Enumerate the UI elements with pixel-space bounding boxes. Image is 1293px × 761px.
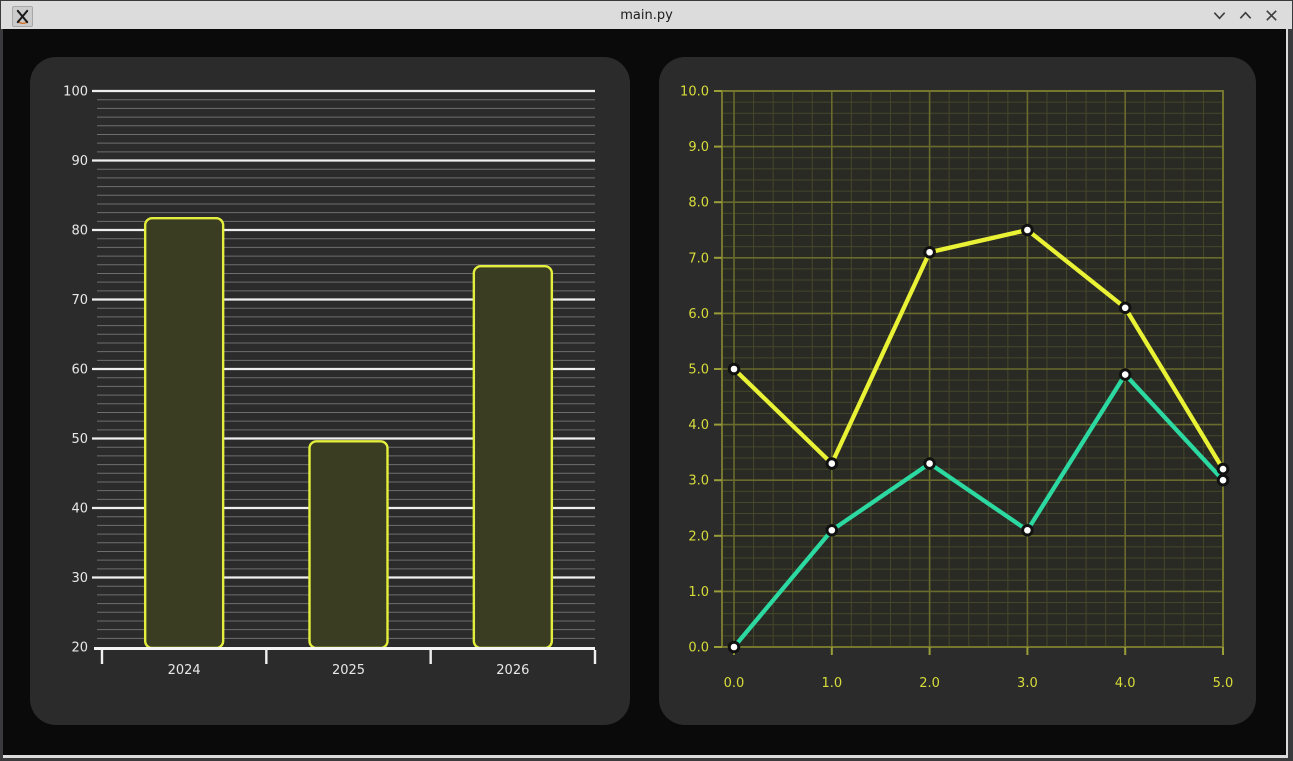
yellow-line-marker [1021,223,1034,237]
maximize-button[interactable] [1237,7,1254,24]
chevron-up-icon [1239,11,1252,19]
x-tick-label: 4.0 [1115,676,1136,691]
window-controls [1211,1,1280,29]
y-tick-label: 1.0 [688,585,709,600]
y-tick-label: 2.0 [688,529,709,544]
y-tick-label: 4.0 [688,418,709,433]
bar-2025 [308,440,389,650]
x-tick-label: 2024 [168,663,201,678]
y-tick-label: 10.0 [680,85,709,100]
close-button[interactable] [1263,7,1280,24]
x-tick-label: 0.0 [724,676,745,691]
teal-line-marker [923,457,936,470]
y-tick-label: 60 [71,363,88,378]
teal-line-marker [1021,523,1034,537]
x-tick-label: 2.0 [919,676,940,691]
yellow-line-marker [1118,301,1132,315]
teal-line-marker [825,523,839,537]
y-tick-label: 20 [71,641,88,656]
teal-line-marker [1118,368,1132,381]
x-tick-label: 5.0 [1213,676,1234,691]
y-tick-label: 8.0 [688,196,709,211]
y-tick-label: 50 [71,432,88,447]
y-tick-label: 100 [63,85,88,100]
close-icon [1266,9,1277,21]
titlebar[interactable]: main.py [1,1,1292,29]
x-tick-label: 2026 [496,663,529,678]
chevron-down-icon [1213,11,1226,19]
bar-chart: 100 90 80 70 60 50 40 30 20 2024 2025 2026 [63,85,597,678]
yellow-line-marker [727,362,741,376]
y-tick-label: 5.0 [688,363,709,378]
y-tick-label: 40 [71,502,88,517]
y-tick-label: 70 [71,293,88,308]
x-tick-label: 2025 [332,663,365,678]
yellow-line-marker [825,457,839,470]
y-tick-label: 6.0 [688,307,709,322]
x-tick-label: 1.0 [821,676,842,691]
teal-line-marker [727,640,741,654]
bar-2024 [143,216,225,650]
bar-2026 [472,264,554,650]
yellow-line-marker [923,245,936,259]
y-tick-label: 80 [71,224,88,239]
bar-chart-panel: 100 90 80 70 60 50 40 30 20 2024 2025 2026 [30,57,630,725]
y-tick-label: 30 [71,571,88,586]
y-tick-label: 3.0 [688,474,709,489]
y-tick-label: 9.0 [688,140,709,155]
line-chart: 10.0 9.0 8.0 7.0 6.0 5.0 4.0 3.0 2.0 1.0 0.0 0.0 1.0… [680,85,1234,692]
teal-line-marker [1216,473,1230,487]
app-window: main.py 100 90 80 70 60 50 40 30 20 2024 2025 2026 [0,0,1293,761]
window-title: main.py [620,7,673,23]
y-tick-label: 7.0 [688,251,709,266]
y-tick-label: 90 [71,154,88,169]
line-chart-panel: 10.0 9.0 8.0 7.0 6.0 5.0 4.0 3.0 2.0 1.0 0.0 0.0 1.0… [659,57,1256,725]
x-tick-label: 3.0 [1017,676,1038,691]
y-tick-label: 0.0 [688,641,709,656]
yellow-line-marker [1216,462,1230,476]
minimize-button[interactable] [1211,7,1228,24]
content-area: 100 90 80 70 60 50 40 30 20 2024 2025 2026 10.0 9.0 8… [3,29,1286,755]
